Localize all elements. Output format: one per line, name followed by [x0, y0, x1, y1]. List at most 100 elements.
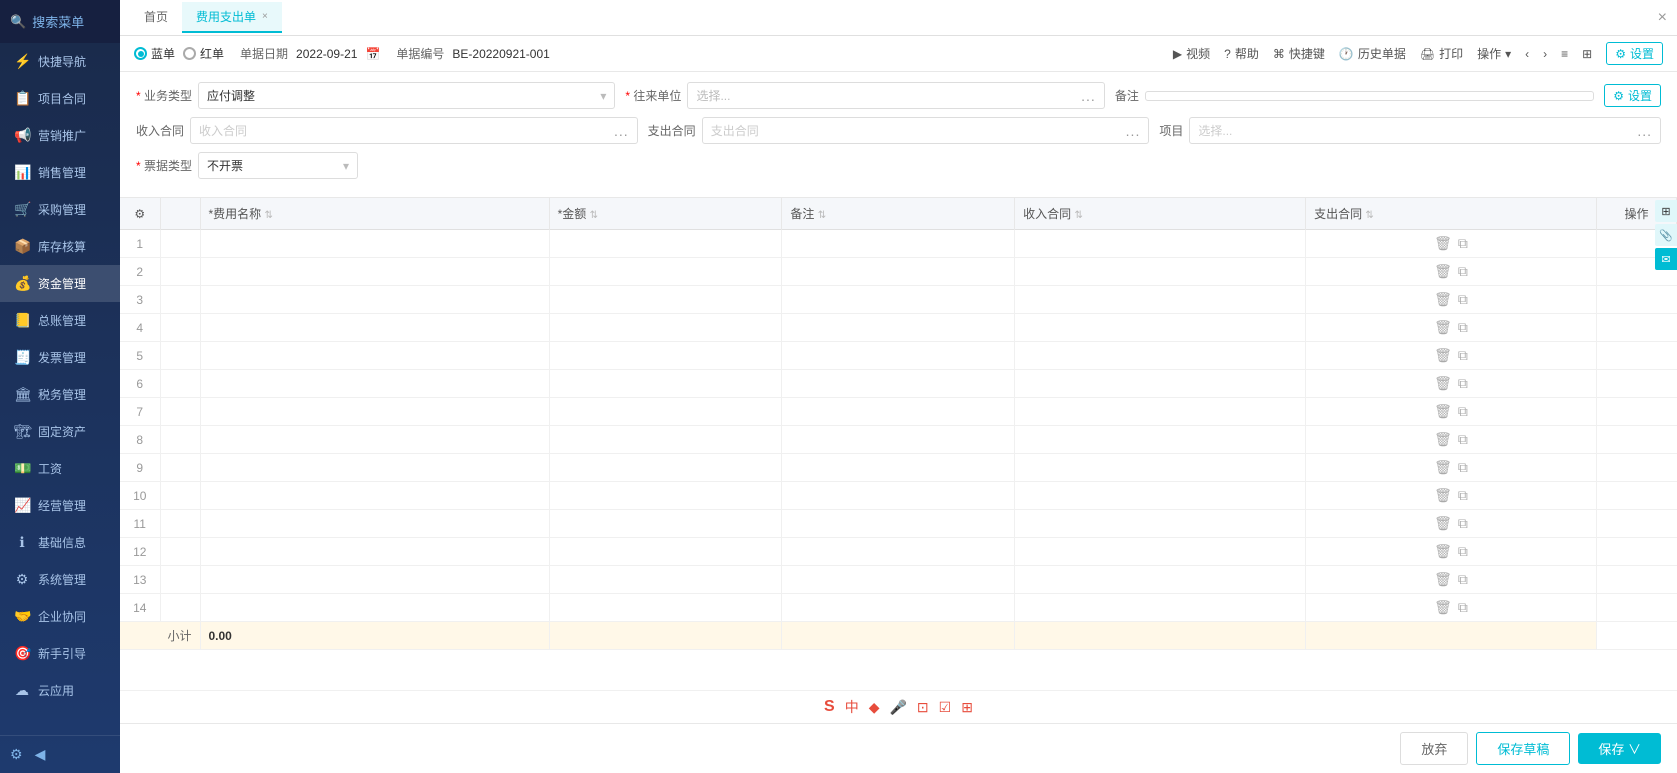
cell-name-2[interactable]	[160, 258, 200, 286]
copy-row-14-btn[interactable]: ⧉	[1458, 599, 1468, 616]
th-amount[interactable]: *金额 ⇅	[549, 198, 782, 230]
no-value[interactable]: BE-20220921-001	[452, 47, 549, 61]
cell-note-3[interactable]	[549, 286, 782, 314]
ops-btn[interactable]: 操作 ▾	[1477, 45, 1511, 62]
delete-row-5-btn[interactable]: 🗑	[1434, 347, 1452, 364]
sidebar-item-new-guide[interactable]: 🎯新手引导	[0, 635, 120, 672]
table-gear-icon[interactable]: ⚙	[134, 207, 145, 221]
business-type-select[interactable]: 应付调整 ▾	[198, 82, 615, 109]
diamond-icon[interactable]: ◆	[869, 699, 880, 716]
cell-income-7[interactable]	[782, 398, 1015, 426]
cell-expense-11[interactable]	[1015, 510, 1306, 538]
nav-next-btn[interactable]: ›	[1543, 47, 1547, 61]
right-tool-3[interactable]: ✉	[1655, 248, 1677, 270]
help-btn[interactable]: ? 帮助	[1224, 45, 1259, 62]
th-expense-contract[interactable]: 支出合同 ⇅	[1306, 198, 1597, 230]
sidebar-item-capital-mgmt[interactable]: 💰资金管理	[0, 265, 120, 302]
nav-prev-btn[interactable]: ‹	[1525, 47, 1529, 61]
check-icon[interactable]: ☑	[939, 699, 952, 716]
cell-expense-6[interactable]	[1015, 370, 1306, 398]
cell-expense-7[interactable]	[1015, 398, 1306, 426]
delete-row-2-btn[interactable]: 🗑	[1434, 263, 1452, 280]
partner-dots-btn[interactable]: ...	[1081, 88, 1096, 104]
cell-note-8[interactable]	[549, 426, 782, 454]
delete-row-11-btn[interactable]: 🗑	[1434, 515, 1452, 532]
delete-row-10-btn[interactable]: 🗑	[1434, 487, 1452, 504]
sort-amount[interactable]: ⇅	[590, 210, 598, 221]
delete-row-1-btn[interactable]: 🗑	[1434, 235, 1452, 252]
save-button[interactable]: 保存 ∨	[1578, 733, 1661, 764]
cell-amount-2[interactable]	[200, 258, 549, 286]
cell-name-8[interactable]	[160, 426, 200, 454]
sidebar-item-enterprise[interactable]: 🤝企业协同	[0, 598, 120, 635]
project-input[interactable]: 选择... ...	[1189, 117, 1661, 144]
income-contract-input[interactable]: 收入合同 ...	[190, 117, 638, 144]
cell-income-2[interactable]	[782, 258, 1015, 286]
cell-name-5[interactable]	[160, 342, 200, 370]
calendar-icon[interactable]: 📅	[365, 47, 380, 61]
cell-income-14[interactable]	[782, 594, 1015, 622]
right-tool-2[interactable]: 📎	[1655, 224, 1677, 246]
delete-row-12-btn[interactable]: 🗑	[1434, 543, 1452, 560]
delete-row-13-btn[interactable]: 🗑	[1434, 571, 1452, 588]
cell-income-4[interactable]	[782, 314, 1015, 342]
cell-expense-3[interactable]	[1015, 286, 1306, 314]
sidebar-item-inventory[interactable]: 📦库存核算	[0, 228, 120, 265]
cell-amount-5[interactable]	[200, 342, 549, 370]
sidebar-item-cloud-apps[interactable]: ☁云应用	[0, 672, 120, 709]
income-contract-dots-btn[interactable]: ...	[614, 123, 629, 139]
shortcut-btn[interactable]: ⌘ 快捷键	[1273, 45, 1325, 62]
cell-expense-12[interactable]	[1015, 538, 1306, 566]
sidebar-item-basic-info[interactable]: ℹ基础信息	[0, 524, 120, 561]
cell-income-12[interactable]	[782, 538, 1015, 566]
sidebar-item-sales-mgmt[interactable]: 📊销售管理	[0, 154, 120, 191]
sidebar-item-project-contract[interactable]: 📋项目合同	[0, 80, 120, 117]
project-dots-btn[interactable]: ...	[1637, 123, 1652, 139]
sort-note[interactable]: ⇅	[818, 210, 826, 221]
sort-expense[interactable]: ⇅	[1365, 210, 1373, 221]
cell-income-8[interactable]	[782, 426, 1015, 454]
cell-name-12[interactable]	[160, 538, 200, 566]
delete-row-8-btn[interactable]: 🗑	[1434, 431, 1452, 448]
sidebar-item-fixed-assets[interactable]: 🏗固定资产	[0, 413, 120, 450]
cell-name-9[interactable]	[160, 454, 200, 482]
sidebar-search[interactable]: 🔍 搜索菜单	[0, 0, 120, 43]
copy-row-12-btn[interactable]: ⧉	[1458, 543, 1468, 560]
tab-expense-form[interactable]: 费用支出单 ×	[182, 2, 282, 33]
sidebar-item-sys-mgmt[interactable]: ⚙系统管理	[0, 561, 120, 598]
invoice-type-select[interactable]: 不开票 ▾	[198, 152, 358, 179]
tab-home[interactable]: 首页	[130, 2, 182, 33]
cell-note-6[interactable]	[549, 370, 782, 398]
cell-name-11[interactable]	[160, 510, 200, 538]
sidebar-item-tax-mgmt[interactable]: 🏛税务管理	[0, 376, 120, 413]
copy-row-2-btn[interactable]: ⧉	[1458, 263, 1468, 280]
delete-row-3-btn[interactable]: 🗑	[1434, 291, 1452, 308]
partner-input[interactable]: 选择... ...	[687, 82, 1104, 109]
cell-note-14[interactable]	[549, 594, 782, 622]
cell-expense-14[interactable]	[1015, 594, 1306, 622]
th-expense-name[interactable]: *费用名称 ⇅	[200, 198, 549, 230]
cell-amount-7[interactable]	[200, 398, 549, 426]
blue-single-radio[interactable]: 蓝单	[134, 45, 175, 62]
delete-row-6-btn[interactable]: 🗑	[1434, 375, 1452, 392]
volume-icon[interactable]: ◀	[35, 746, 46, 763]
copy-row-9-btn[interactable]: ⧉	[1458, 459, 1468, 476]
sidebar-item-quick-nav[interactable]: ⚡快捷导航	[0, 43, 120, 80]
settings-icon[interactable]: ⚙	[10, 746, 23, 763]
cell-income-13[interactable]	[782, 566, 1015, 594]
cell-expense-13[interactable]	[1015, 566, 1306, 594]
sidebar-item-ops-mgmt[interactable]: 📈经营管理	[0, 487, 120, 524]
save-draft-button[interactable]: 保存草稿	[1476, 732, 1570, 765]
copy-row-10-btn[interactable]: ⧉	[1458, 487, 1468, 504]
copy-row-7-btn[interactable]: ⧉	[1458, 403, 1468, 420]
delete-row-14-btn[interactable]: 🗑	[1434, 599, 1452, 616]
th-gear[interactable]: ⚙	[120, 198, 160, 230]
cell-name-3[interactable]	[160, 286, 200, 314]
list-view-btn[interactable]: ≡	[1561, 47, 1568, 61]
copy-row-1-btn[interactable]: ⧉	[1458, 235, 1468, 252]
copy-row-8-btn[interactable]: ⧉	[1458, 431, 1468, 448]
expense-contract-input[interactable]: 支出合同 ...	[702, 117, 1150, 144]
cell-amount-10[interactable]	[200, 482, 549, 510]
chinese-icon[interactable]: 中	[845, 697, 859, 717]
cell-income-11[interactable]	[782, 510, 1015, 538]
